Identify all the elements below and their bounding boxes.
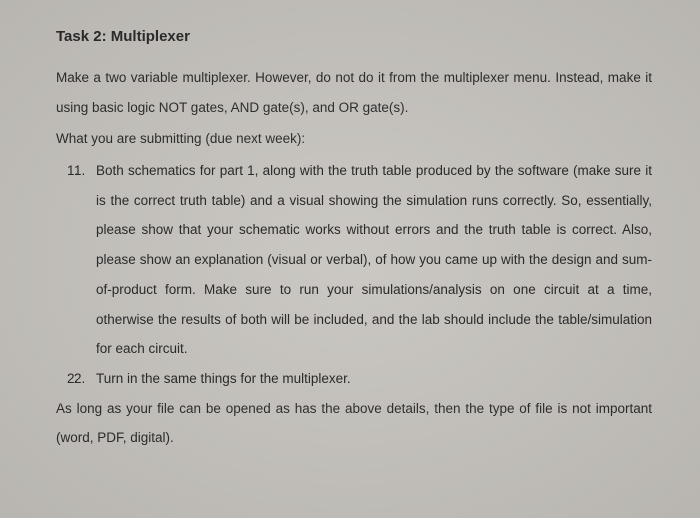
intro-paragraph-2: What you are submitting (due next week): <box>56 124 652 154</box>
list-item: Turn in the same things for the multiple… <box>82 364 652 394</box>
intro-paragraph-1: Make a two variable multiplexer. However… <box>56 63 652 122</box>
submission-list: Both schematics for part 1, along with t… <box>56 156 652 394</box>
footer-paragraph: As long as your file can be opened as ha… <box>56 394 652 453</box>
list-item: Both schematics for part 1, along with t… <box>82 156 652 364</box>
task-title: Task 2: Multiplexer <box>56 28 652 45</box>
